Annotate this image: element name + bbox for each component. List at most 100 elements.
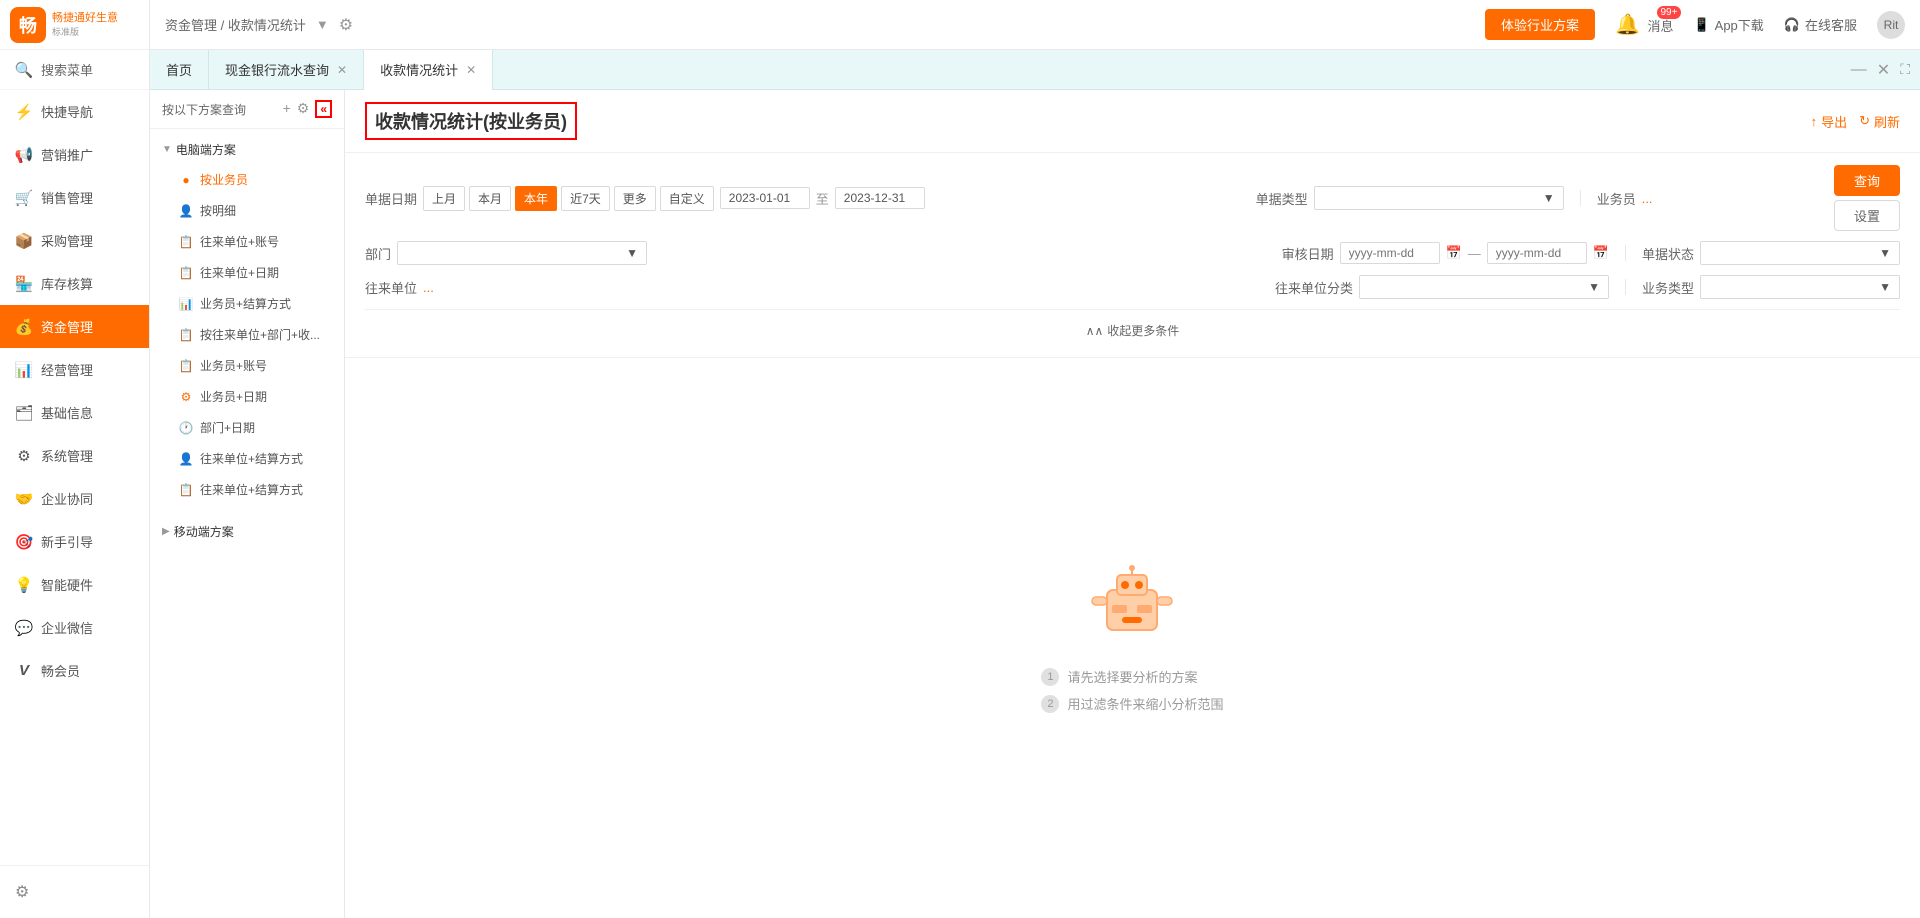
sidebar-item-purchase[interactable]: 📦 采购管理 — [0, 219, 149, 262]
collapse-panel-btn[interactable]: « — [315, 100, 332, 118]
settings-btn[interactable]: 设置 — [1834, 200, 1900, 231]
sidebar-settings-icon: ⚙ — [15, 882, 29, 902]
sidebar-item-inventory[interactable]: 🏪 库存核算 — [0, 262, 149, 305]
main-content: 资金管理 / 收款情况统计 ▼ ⚙ 体验行业方案 🔔 99+ 消息 📱 App下… — [150, 0, 1920, 918]
date-btn-last-7days[interactable]: 近7天 — [561, 186, 610, 211]
breadcrumb-dropdown-icon[interactable]: ▼ — [316, 17, 329, 32]
partner-category-select[interactable]: ▼ — [1359, 275, 1609, 299]
sidebar-item-enterprise[interactable]: 🤝 企业协同 — [0, 477, 149, 520]
tab-collection-close[interactable]: ✕ — [466, 63, 476, 77]
window-minimize-icon[interactable]: — — [1851, 61, 1867, 79]
tab-cashflow-close[interactable]: ✕ — [337, 63, 347, 77]
refresh-label: 刷新 — [1874, 112, 1900, 131]
settings-gear-icon[interactable]: ⚙ — [339, 15, 353, 35]
panel-item-dept-date[interactable]: 🕐 部门+日期 — [158, 412, 344, 443]
panel-item-salesperson-date[interactable]: ⚙ 业务员+日期 — [158, 381, 344, 412]
date-to-input[interactable] — [835, 187, 925, 209]
sidebar-item-member[interactable]: V 畅会员 — [0, 649, 149, 692]
doc-status-dropdown-icon: ▼ — [1879, 246, 1891, 260]
calendar-icon-from[interactable]: 📅 — [1446, 245, 1462, 261]
empty-state: 1 请先选择要分析的方案 2 用过滤条件来缩小分析范围 — [1041, 555, 1223, 721]
panel-item-by-salesperson-label: 按业务员 — [200, 171, 248, 188]
date-btn-this-year[interactable]: 本年 — [515, 186, 557, 211]
sidebar-item-search-label: 搜索菜单 — [41, 60, 93, 79]
user-avatar[interactable]: Rit — [1877, 11, 1905, 39]
tab-collection[interactable]: 收款情况统计 ✕ — [364, 50, 493, 90]
salesperson-settle-icon: 📊 — [178, 296, 194, 312]
collapse-icon: ∧∧ — [1086, 324, 1104, 338]
date-from-input[interactable] — [720, 187, 810, 209]
sidebar-item-operation[interactable]: 📊 经营管理 — [0, 348, 149, 391]
sidebar-item-quicknav[interactable]: ⚡ 快捷导航 — [0, 90, 149, 133]
panel-item-partner-date[interactable]: 📋 往来单位+日期 — [158, 257, 344, 288]
top-bar-right: 体验行业方案 🔔 99+ 消息 📱 App下载 🎧 在线客服 Rit — [1485, 9, 1905, 40]
tab-cashflow[interactable]: 现金银行流水查询 ✕ — [209, 50, 364, 90]
query-btn[interactable]: 查询 — [1834, 165, 1900, 196]
filter-row-1: 单据日期 上月 本月 本年 近7天 更多 自定义 至 — [365, 165, 1900, 231]
panel-item-by-detail[interactable]: 👤 按明细 — [158, 195, 344, 226]
sidebar-item-hardware-label: 智能硬件 — [41, 575, 93, 594]
logo-icon: 畅 — [10, 7, 46, 43]
document-type-select[interactable]: ▼ — [1314, 186, 1564, 210]
left-panel-title: 按以下方案查询 — [162, 101, 246, 118]
panel-item-salesperson-account[interactable]: 📋 业务员+账号 — [158, 350, 344, 381]
guide-icon: 🎯 — [15, 533, 33, 551]
dept-filter: 部门 ▼ — [365, 241, 647, 265]
window-maximize-icon[interactable]: ⛶ — [1900, 61, 1910, 78]
bottom-content: 1 请先选择要分析的方案 2 用过滤条件来缩小分析范围 — [345, 358, 1920, 918]
refresh-btn[interactable]: ↻ 刷新 — [1859, 112, 1900, 131]
export-btn[interactable]: ↑ 导出 — [1811, 112, 1848, 131]
panel-item-partner-dept-collect[interactable]: 📋 按往来单位+部门+收... — [158, 319, 344, 350]
mobile-section-header[interactable]: ▶ 移动端方案 — [150, 517, 344, 546]
sidebar-item-finance[interactable]: 💰 资金管理 — [0, 305, 149, 348]
collapse-more-btn[interactable]: ∧∧ 收起更多条件 — [1070, 316, 1196, 345]
audit-date-from-input[interactable] — [1340, 242, 1440, 264]
tab-collection-label: 收款情况统计 — [380, 60, 458, 79]
date-btn-this-month[interactable]: 本月 — [469, 186, 511, 211]
audit-date-to-input[interactable] — [1487, 242, 1587, 264]
notification-count: 99+ — [1657, 6, 1682, 19]
salesperson-more-icon[interactable]: ... — [1642, 191, 1653, 206]
partner-more-icon[interactable]: ... — [423, 280, 434, 295]
sidebar-item-sales[interactable]: 🛒 销售管理 — [0, 176, 149, 219]
scheme-settings-btn[interactable]: ⚙ — [297, 100, 310, 118]
tab-home[interactable]: 首页 — [150, 50, 209, 90]
online-service-btn[interactable]: 🎧 在线客服 — [1784, 15, 1857, 34]
sidebar-item-guide[interactable]: 🎯 新手引导 — [0, 520, 149, 563]
audit-date-filter: 审核日期 📅 — 📅 — [1282, 242, 1609, 264]
notification-btn[interactable]: 🔔 99+ 消息 — [1615, 12, 1673, 37]
desktop-section-header[interactable]: ▼ 电脑端方案 — [150, 135, 344, 164]
sidebar-item-search[interactable]: 🔍 搜索菜单 — [0, 50, 149, 90]
window-close-icon[interactable]: ✕ — [1877, 60, 1890, 80]
panel-item-partner-settle2[interactable]: 📋 往来单位+结算方式 — [158, 474, 344, 505]
sidebar-item-wechat[interactable]: 💬 企业微信 — [0, 606, 149, 649]
date-btn-more[interactable]: 更多 — [614, 186, 656, 211]
sidebar-item-basic[interactable]: 🗂 基础信息 — [0, 391, 149, 434]
document-type-filter: 单据类型 ▼ — [1256, 186, 1564, 210]
panel-item-partner-settle1[interactable]: 👤 往来单位+结算方式 — [158, 443, 344, 474]
business-type-select[interactable]: ▼ — [1700, 275, 1900, 299]
date-btn-custom[interactable]: 自定义 — [660, 186, 714, 211]
tab-bar: 首页 现金银行流水查询 ✕ 收款情况统计 ✕ — ✕ ⛶ — [150, 50, 1920, 90]
date-btn-last-month[interactable]: 上月 — [423, 186, 465, 211]
sidebar-item-marketing[interactable]: 📢 营销推广 — [0, 133, 149, 176]
panel-item-partner-account[interactable]: 📋 往来单位+账号 — [158, 226, 344, 257]
sidebar-settings-btn[interactable]: ⚙ — [0, 874, 149, 910]
app-download-btn[interactable]: 📱 App下载 — [1693, 15, 1763, 34]
filter-divider-2 — [1625, 245, 1626, 261]
panel-item-by-salesperson[interactable]: ● 按业务员 — [158, 164, 344, 195]
wechat-icon: 💬 — [15, 619, 33, 637]
empty-steps: 1 请先选择要分析的方案 2 用过滤条件来缩小分析范围 — [1041, 667, 1223, 721]
trial-btn[interactable]: 体验行业方案 — [1485, 9, 1595, 40]
audit-date-label: 审核日期 — [1282, 244, 1334, 263]
doc-status-filter: 单据状态 ▼ — [1642, 241, 1900, 265]
sidebar-item-system[interactable]: ⚙ 系统管理 — [0, 434, 149, 477]
panel-item-salesperson-settle[interactable]: 📊 业务员+结算方式 — [158, 288, 344, 319]
business-type-filter: 业务类型 ▼ — [1642, 275, 1900, 299]
dept-select[interactable]: ▼ — [397, 241, 647, 265]
doc-status-select[interactable]: ▼ — [1700, 241, 1900, 265]
sidebar-item-hardware[interactable]: 💡 智能硬件 — [0, 563, 149, 606]
add-scheme-btn[interactable]: + — [283, 100, 291, 118]
calendar-icon-to[interactable]: 📅 — [1593, 245, 1609, 261]
purchase-icon: 📦 — [15, 232, 33, 250]
